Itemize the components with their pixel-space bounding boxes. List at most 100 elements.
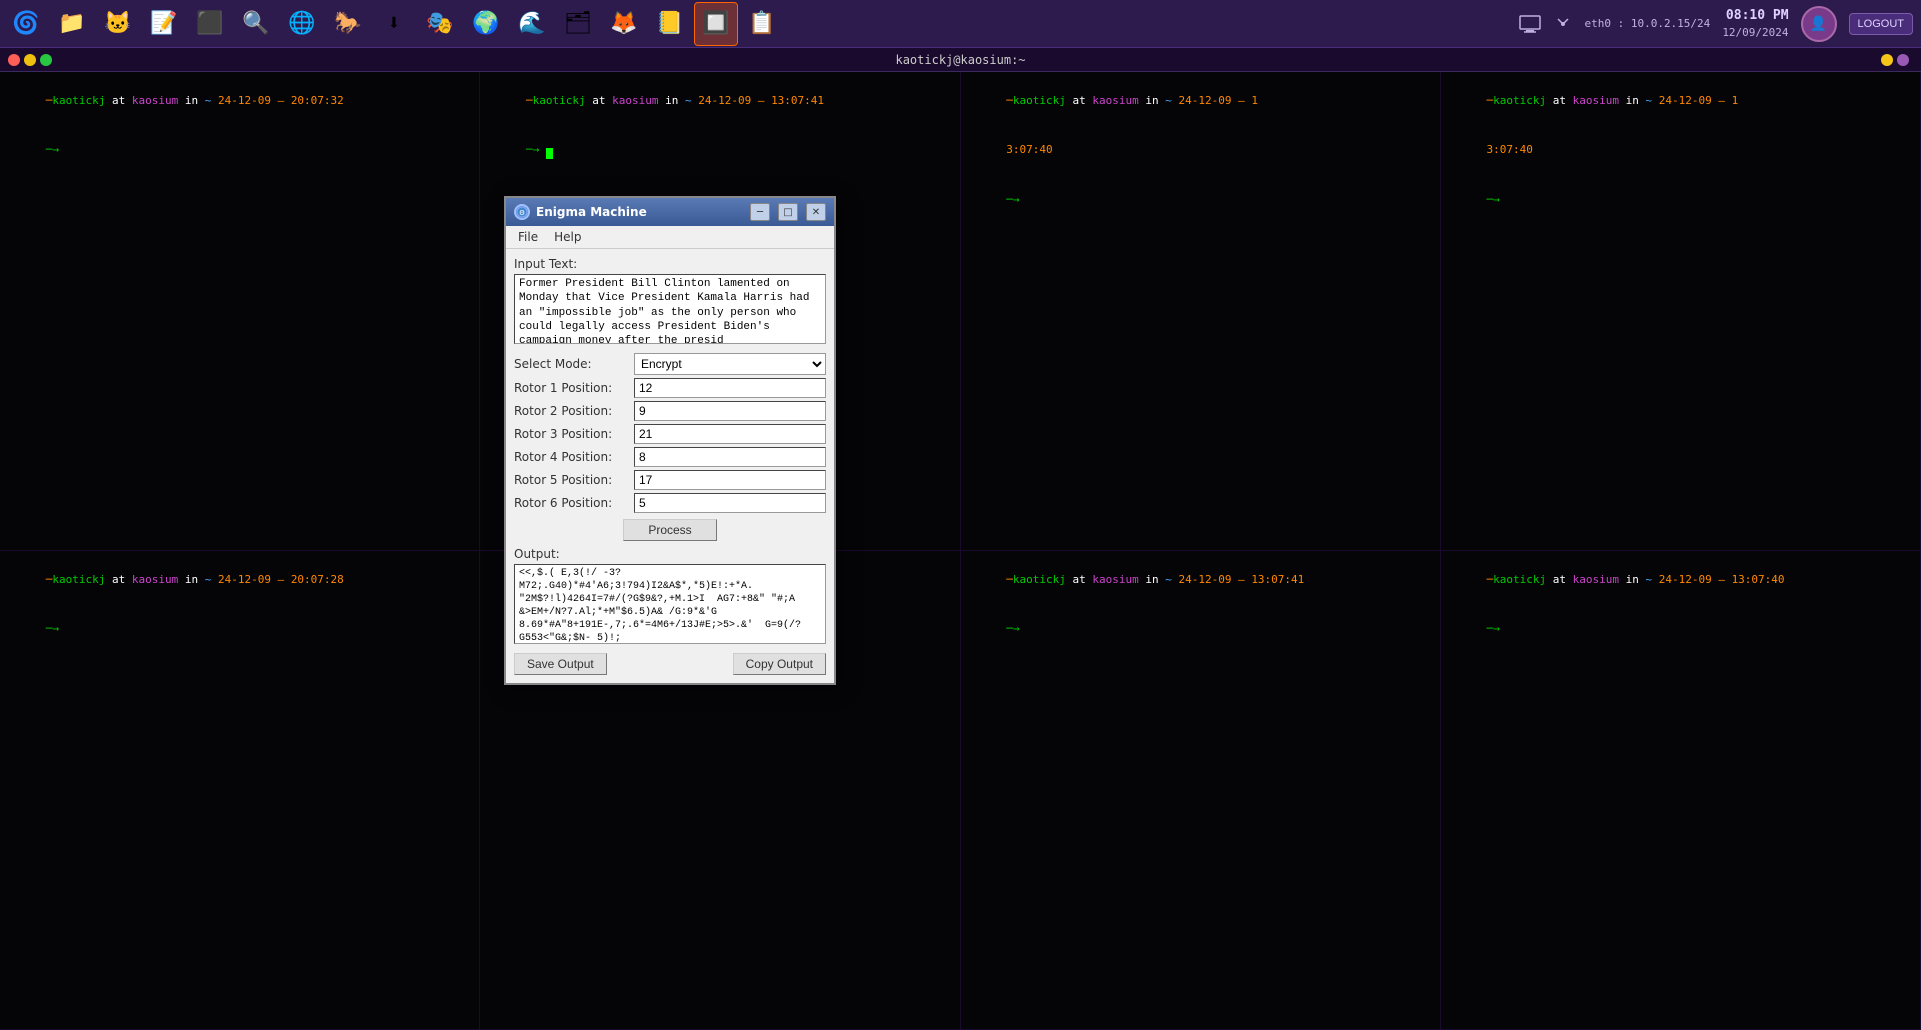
rotor3-input[interactable]	[634, 424, 826, 444]
taskbar-app-firefox[interactable]: 🦊	[602, 2, 646, 46]
minimize-window-button[interactable]	[24, 54, 36, 66]
maximize-window-button[interactable]	[40, 54, 52, 66]
clock: 08:10 PM 12/09/2024	[1722, 7, 1788, 41]
network-label: eth0 : 10.0.2.15/24	[1584, 17, 1710, 30]
taskbar-app-9[interactable]: 🎭	[418, 2, 462, 46]
rotor5-input[interactable]	[634, 470, 826, 490]
copy-output-button[interactable]: Copy Output	[733, 653, 826, 675]
rotor1-input[interactable]	[634, 378, 826, 398]
monitor-icon	[1518, 12, 1542, 36]
terminal-line: ─kaotickj at kaosium in ~ 24-12-09 – 13:…	[1447, 555, 1914, 605]
rotor3-row: Rotor 3 Position:	[514, 424, 826, 444]
output-text-area[interactable]	[514, 564, 826, 644]
close-window-button[interactable]	[8, 54, 20, 66]
time-display: 08:10 PM	[1722, 7, 1788, 25]
taskbar-app-terminal[interactable]: ⬛	[188, 2, 232, 46]
enigma-icon: ⚙	[514, 204, 530, 220]
mode-label: Select Mode:	[514, 357, 634, 371]
rotor1-label: Rotor 1 Position:	[514, 381, 634, 395]
terminal-prompt: ─→	[967, 605, 1434, 655]
taskbar-app-filezilla[interactable]: 🗂	[556, 2, 600, 46]
close-dialog-button[interactable]: ✕	[806, 203, 826, 221]
save-output-button[interactable]: Save Output	[514, 653, 607, 675]
taskbar-app-6[interactable]: 🌐	[280, 2, 324, 46]
terminal-prompt: ─→	[1447, 605, 1914, 655]
terminal-titlebar: kaotickj@kaosium:~	[0, 48, 1921, 72]
terminal-line-2: 3:07:40	[1447, 126, 1914, 176]
rotor6-input[interactable]	[634, 493, 826, 513]
logout-button[interactable]: LOGOUT	[1849, 13, 1913, 35]
terminal-line: ─kaotickj at kaosium in ~ 24-12-09 – 13:…	[486, 76, 953, 126]
taskbar-app-3[interactable]: 🐱	[96, 2, 140, 46]
terminal-line: ─kaotickj at kaosium in ~ 24-12-09 – 1	[967, 76, 1434, 126]
taskbar-app-8[interactable]: ⬇	[372, 2, 416, 46]
terminal-panel-8[interactable]: ─kaotickj at kaosium in ~ 24-12-09 – 13:…	[1441, 551, 1921, 1030]
input-text-label: Input Text:	[514, 257, 826, 271]
taskbar-app-notes[interactable]: 📝	[142, 2, 186, 46]
taskbar-app-14[interactable]: 📒	[648, 2, 692, 46]
network-icon	[1554, 15, 1572, 33]
rotor4-label: Rotor 4 Position:	[514, 450, 634, 464]
terminal-prompt: ─→	[6, 126, 473, 176]
terminal-prompt: ─→	[486, 126, 953, 176]
title-dots	[1881, 54, 1909, 66]
terminal-prompt: ─→	[6, 605, 473, 655]
terminal-panel-7[interactable]: ─kaotickj at kaosium in ~ 24-12-09 – 13:…	[961, 551, 1441, 1030]
terminal-prompt: ─→	[1447, 175, 1914, 225]
rotor2-label: Rotor 2 Position:	[514, 404, 634, 418]
rotor2-input[interactable]	[634, 401, 826, 421]
terminal-line-2: 3:07:40	[967, 126, 1434, 176]
rotor6-row: Rotor 6 Position:	[514, 493, 826, 513]
terminal-title: kaotickj@kaosium:~	[895, 53, 1025, 67]
rotor4-input[interactable]	[634, 447, 826, 467]
maximize-dialog-button[interactable]: □	[778, 203, 798, 221]
terminal-panel-1[interactable]: ─kaotickj at kaosium in ~ 24-12-09 – 20:…	[0, 72, 480, 551]
date-display: 12/09/2024	[1722, 25, 1788, 40]
dialog-menubar: File Help	[506, 226, 834, 249]
rotor4-row: Rotor 4 Position:	[514, 447, 826, 467]
taskbar-apps: 🌀 📁 🐱 📝 ⬛ 🔍 🌐 🐎 ⬇ 🎭 🌍 🌊 🗂 🦊 📒 🔲 📋	[0, 2, 788, 46]
menu-file[interactable]: File	[510, 228, 546, 246]
menu-help[interactable]: Help	[546, 228, 589, 246]
rotor1-row: Rotor 1 Position:	[514, 378, 826, 398]
dialog-title: Enigma Machine	[536, 205, 742, 219]
minimize-dialog-button[interactable]: ─	[750, 203, 770, 221]
terminal-prompt: ─→	[967, 175, 1434, 225]
terminal-panel-4[interactable]: ─kaotickj at kaosium in ~ 24-12-09 – 1 3…	[1441, 72, 1921, 551]
taskbar-app-search[interactable]: 🔍	[234, 2, 278, 46]
rotor5-row: Rotor 5 Position:	[514, 470, 826, 490]
input-text-area[interactable]	[514, 274, 826, 344]
process-btn-row: Process	[514, 519, 826, 541]
rotor6-label: Rotor 6 Position:	[514, 496, 634, 510]
taskbar-app-16[interactable]: 📋	[740, 2, 784, 46]
terminal-panel-5[interactable]: ─kaotickj at kaosium in ~ 24-12-09 – 20:…	[0, 551, 480, 1030]
process-button[interactable]: Process	[623, 519, 716, 541]
terminal-line: ─kaotickj at kaosium in ~ 24-12-09 – 1	[1447, 76, 1914, 126]
terminal-line: ─kaotickj at kaosium in ~ 24-12-09 – 13:…	[967, 555, 1434, 605]
terminal-panel-3[interactable]: ─kaotickj at kaosium in ~ 24-12-09 – 1 3…	[961, 72, 1441, 551]
enigma-dialog: ⚙ Enigma Machine ─ □ ✕ File Help Input T…	[504, 196, 836, 685]
output-label: Output:	[514, 547, 826, 561]
mode-select[interactable]: Encrypt Decrypt	[634, 353, 826, 375]
taskbar-app-11[interactable]: 🌊	[510, 2, 554, 46]
taskbar-app-active[interactable]: 🔲	[694, 2, 738, 46]
terminal-line: ─kaotickj at kaosium in ~ 24-12-09 – 20:…	[6, 76, 473, 126]
terminal-line: ─kaotickj at kaosium in ~ 24-12-09 – 20:…	[6, 555, 473, 605]
mode-row: Select Mode: Encrypt Decrypt	[514, 353, 826, 375]
taskbar-right: eth0 : 10.0.2.15/24 08:10 PM 12/09/2024 …	[1518, 6, 1921, 42]
taskbar-app-7[interactable]: 🐎	[326, 2, 370, 46]
dialog-body: Input Text: Select Mode: Encrypt Decrypt…	[506, 249, 834, 683]
taskbar-app-files[interactable]: 📁	[50, 2, 94, 46]
taskbar-app-10[interactable]: 🌍	[464, 2, 508, 46]
svg-text:⚙: ⚙	[519, 209, 525, 217]
user-avatar[interactable]: 👤	[1801, 6, 1837, 42]
cursor	[546, 148, 553, 159]
rotor2-row: Rotor 2 Position:	[514, 401, 826, 421]
terminals-grid: ─kaotickj at kaosium in ~ 24-12-09 – 20:…	[0, 72, 1921, 1030]
dot-yellow	[1881, 54, 1893, 66]
taskbar-app-1[interactable]: 🌀	[4, 2, 48, 46]
rotor5-label: Rotor 5 Position:	[514, 473, 634, 487]
output-btn-row: Save Output Copy Output	[514, 653, 826, 675]
window-controls	[8, 54, 52, 66]
dialog-titlebar[interactable]: ⚙ Enigma Machine ─ □ ✕	[506, 198, 834, 226]
